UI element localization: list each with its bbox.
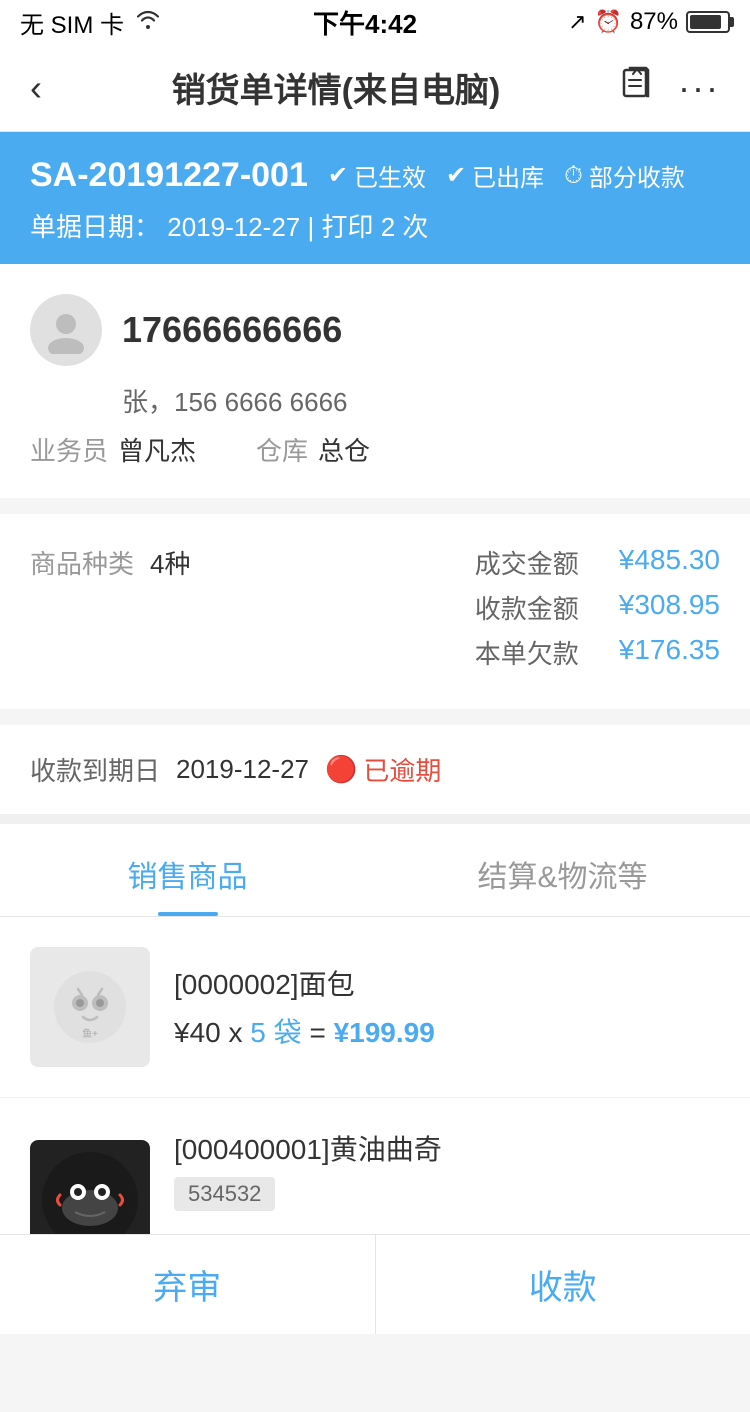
due-section: 收款到期日 2019-12-27 🔴 已逾期 — [0, 725, 750, 814]
product-item: 鱼+ [0000002]面包 ¥40 x 5 袋 = ¥199.99 — [0, 917, 750, 1098]
summary-left: 商品种类 4种 — [30, 544, 190, 679]
product-name-1: [0000002]面包 — [174, 963, 720, 1003]
nav-title: 销货单详情(来自电脑) — [52, 63, 620, 112]
wifi-icon — [134, 8, 162, 36]
status-time: 下午4:42 — [313, 4, 417, 41]
tab-settlement[interactable]: 结算&物流等 — [375, 824, 750, 916]
product-qty-1: 5 — [250, 1017, 266, 1048]
collect-label: 收款 — [529, 1260, 597, 1309]
tab-products-label: 销售商品 — [128, 861, 248, 894]
product-sku-2: 534532 — [174, 1177, 275, 1211]
tab-products[interactable]: 销售商品 — [0, 824, 375, 916]
overdue-icon: 🔴 — [325, 754, 357, 785]
summary-section: 商品种类 4种 成交金额 ¥485.30 收款金额 ¥308.95 本单欠款 ¥… — [0, 514, 750, 709]
order-id: SA-20191227-001 — [30, 156, 308, 195]
deal-amount-row: 成交金额 ¥485.30 — [475, 544, 720, 581]
clock-icon: ⏱ — [564, 162, 583, 190]
more-icon[interactable]: ··· — [678, 67, 720, 109]
share-icon[interactable] — [620, 66, 654, 109]
staff-item: 业务员 曾凡杰 — [30, 431, 196, 468]
tab-underline — [158, 912, 218, 916]
product-name-2: [000400001]黄油曲奇 — [174, 1128, 720, 1168]
avatar — [30, 294, 102, 366]
staff-row: 业务员 曾凡杰 仓库 总仓 — [30, 431, 720, 468]
overdue-badge: 🔴 已逾期 — [325, 751, 441, 788]
warehouse-item: 仓库 总仓 — [256, 431, 370, 468]
banner-row1: SA-20191227-001 ✔ 已生效 ✔ 已出库 ⏱ 部分收款 — [30, 156, 720, 195]
tab-settlement-label: 结算&物流等 — [477, 861, 647, 894]
product-total-1: ¥199.99 — [334, 1017, 435, 1048]
customer-phone: 17666666666 — [122, 309, 342, 351]
product-thumb-1: 鱼+ — [30, 947, 150, 1067]
thumb-placeholder-1: 鱼+ — [30, 947, 150, 1067]
status-indicators: ↗ ⏰ 87% — [568, 8, 730, 36]
tabs-row: 销售商品 结算&物流等 — [0, 824, 750, 916]
collect-button[interactable]: 收款 — [376, 1235, 750, 1334]
received-amount-row: 收款金额 ¥308.95 — [475, 589, 720, 626]
banner-date-row: 单据日期： 2019-12-27 | 打印 2 次 — [30, 207, 720, 244]
customer-section: 17666666666 张，156 6666 6666 业务员 曾凡杰 仓库 总… — [0, 264, 750, 498]
cancel-label: 弃审 — [153, 1260, 221, 1309]
check-icon-2: ✔ — [446, 161, 466, 190]
battery-percent: 87% — [630, 8, 678, 36]
badge-shipped: ✔ 已出库 — [446, 158, 544, 193]
carrier-text: 无 SIM 卡 — [20, 5, 124, 40]
svg-text:鱼+: 鱼+ — [82, 1027, 98, 1040]
nav-actions: ··· — [620, 66, 720, 109]
summary-right: 成交金额 ¥485.30 收款金额 ¥308.95 本单欠款 ¥176.35 — [475, 544, 720, 679]
battery-indicator — [686, 11, 730, 33]
overdue-text: 已逾期 — [363, 751, 441, 788]
customer-name-phone: 张，156 6666 6666 — [122, 382, 348, 419]
debt-amount-row: 本单欠款 ¥176.35 — [475, 634, 720, 671]
bottom-bar: 弃审 收款 — [0, 1234, 750, 1334]
badge-partial: ⏱ 部分收款 — [564, 158, 685, 193]
customer-info: 张，156 6666 6666 — [30, 382, 720, 419]
alarm-icon: ⏰ — [595, 9, 622, 35]
nav-bar: ‹ 销货单详情(来自电脑) ··· — [0, 44, 750, 132]
product-price-1: ¥40 x 5 袋 = ¥199.99 — [174, 1011, 720, 1051]
status-bar: 无 SIM 卡 下午4:42 ↗ ⏰ 87% — [0, 0, 750, 44]
header-banner: SA-20191227-001 ✔ 已生效 ✔ 已出库 ⏱ 部分收款 单据日期：… — [0, 132, 750, 264]
customer-row: 17666666666 — [30, 294, 720, 366]
back-button[interactable]: ‹ — [30, 57, 52, 119]
check-icon-1: ✔ — [328, 161, 348, 190]
status-carrier: 无 SIM 卡 — [20, 5, 162, 40]
product-info-1: [0000002]面包 ¥40 x 5 袋 = ¥199.99 — [174, 963, 720, 1051]
tabs-divider — [0, 814, 750, 824]
tabs-section: 销售商品 结算&物流等 — [0, 824, 750, 917]
badge-effective: ✔ 已生效 — [328, 158, 426, 193]
location-icon: ↗ — [568, 9, 586, 35]
cancel-button[interactable]: 弃审 — [0, 1235, 376, 1334]
product-type-item: 商品种类 4种 — [30, 544, 190, 581]
